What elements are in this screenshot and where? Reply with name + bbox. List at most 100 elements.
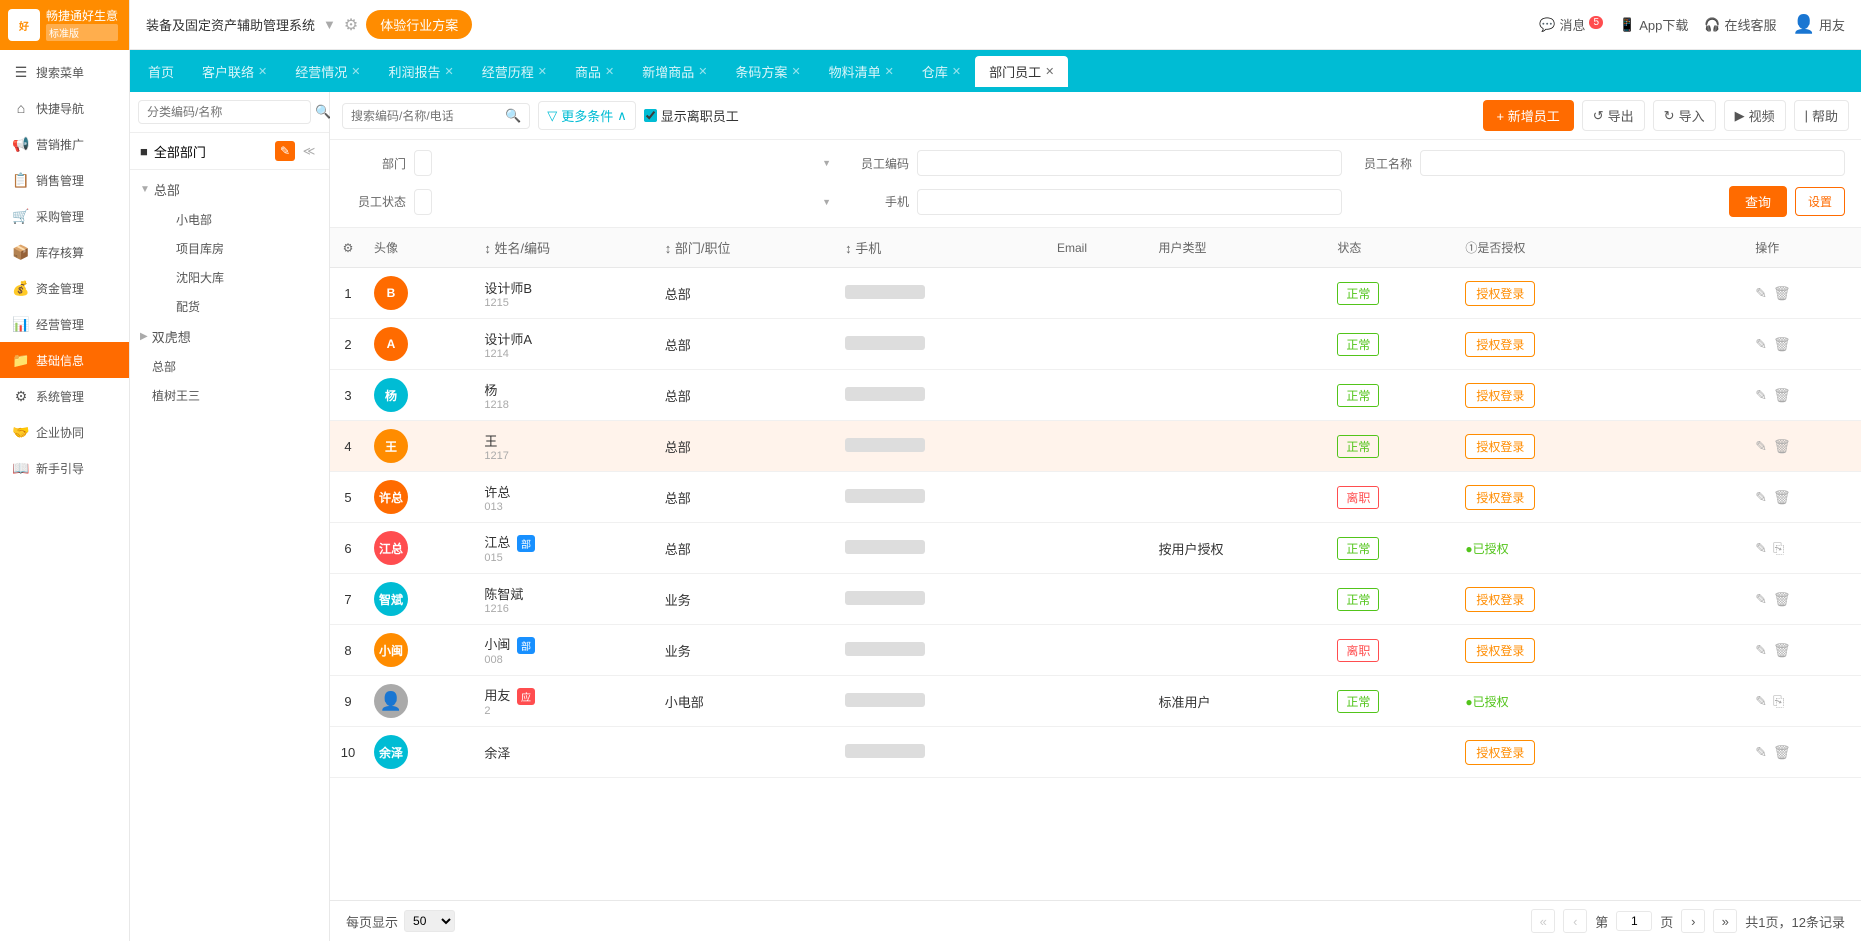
close-barcode-tab-icon[interactable]: ✕ — [791, 65, 800, 78]
sidebar-item-guide[interactable]: 📖 新手引导 — [0, 450, 129, 486]
tab-warehouse[interactable]: 仓库 ✕ — [908, 56, 975, 87]
tree-group-title-shuanghu[interactable]: ▶ 双虎想 — [130, 321, 329, 352]
auth-login-btn[interactable]: 授权登录 — [1465, 740, 1535, 765]
trial-btn[interactable]: 体验行业方案 — [366, 10, 472, 39]
import-btn[interactable]: ↻ 导入 — [1653, 100, 1716, 131]
search-filter-icon[interactable]: 🔍 — [505, 108, 521, 124]
next-page-btn[interactable]: › — [1681, 909, 1705, 933]
tab-operation-history[interactable]: 经营历程 ✕ — [468, 56, 561, 87]
close-dept-tab-icon[interactable]: ✕ — [1045, 65, 1054, 78]
auth-login-btn[interactable]: 授权登录 — [1465, 638, 1535, 663]
edit-icon[interactable]: ✎ — [1755, 540, 1767, 557]
emp-status-filter-select[interactable] — [414, 189, 432, 215]
tree-edit-icon[interactable]: ✎ — [275, 141, 295, 161]
app-download-icon-group[interactable]: 📱 App下载 — [1619, 15, 1688, 34]
add-employee-btn[interactable]: + 新增员工 — [1483, 100, 1574, 131]
view-btn[interactable]: ▶ 视频 — [1724, 100, 1786, 131]
close-material-tab-icon[interactable]: ✕ — [885, 65, 894, 78]
tree-item-shenyang[interactable]: 沈阳大库 — [142, 263, 329, 292]
tree-item-xiaodian[interactable]: 小电部 — [142, 205, 329, 234]
delete-icon[interactable]: 🗑 — [1773, 387, 1791, 404]
col-phone[interactable]: ↕ 手机 — [837, 228, 1049, 268]
dept-search-icon[interactable]: 🔍 — [315, 104, 331, 120]
sidebar-item-operation[interactable]: 📊 经营管理 — [0, 306, 129, 342]
edit-icon[interactable]: ✎ — [1755, 387, 1767, 404]
per-page-select[interactable]: 50 100 200 — [404, 910, 455, 932]
delete-icon[interactable]: 🗑 — [1773, 489, 1791, 506]
tree-item-delivery[interactable]: 配货 — [142, 292, 329, 321]
close-profit-tab-icon[interactable]: ✕ — [445, 65, 454, 78]
employee-search-input[interactable] — [351, 109, 501, 123]
auth-login-btn[interactable]: 授权登录 — [1465, 587, 1535, 612]
sidebar-item-search-menu[interactable]: ☰ 搜索菜单 — [0, 54, 129, 90]
sidebar-item-system[interactable]: ⚙ 系统管理 — [0, 378, 129, 414]
tab-profit-report[interactable]: 利润报告 ✕ — [374, 56, 467, 87]
auth-login-btn[interactable]: 授权登录 — [1465, 281, 1535, 306]
more-conditions-btn[interactable]: ▽ 更多条件 ∧ — [538, 101, 636, 130]
sidebar-item-inventory[interactable]: 📦 库存核算 — [0, 234, 129, 270]
user-avatar-group[interactable]: 👤 用友 — [1793, 14, 1845, 35]
dept-search-input[interactable] — [138, 100, 311, 124]
sidebar-item-quick-nav[interactable]: ⌂ 快捷导航 — [0, 90, 129, 126]
close-add-goods-tab-icon[interactable]: ✕ — [698, 65, 707, 78]
edit-icon[interactable]: ✎ — [1755, 489, 1767, 506]
set-btn[interactable]: 设置 — [1795, 187, 1845, 216]
sidebar-item-sales[interactable]: 📋 销售管理 — [0, 162, 129, 198]
delete-icon[interactable]: 🗑 — [1773, 642, 1791, 659]
close-customer-tab-icon[interactable]: ✕ — [258, 65, 267, 78]
tab-dept-employee[interactable]: 部门员工 ✕ — [975, 56, 1068, 87]
edit-icon[interactable]: ✎ — [1755, 591, 1767, 608]
tab-material[interactable]: 物料清单 ✕ — [815, 56, 908, 87]
copy-icon[interactable]: ⎘ — [1773, 540, 1784, 557]
sidebar-item-enterprise[interactable]: 🤝 企业协同 — [0, 414, 129, 450]
sidebar-item-basic-info[interactable]: 📁 基础信息 — [0, 342, 129, 378]
sidebar-item-marketing[interactable]: 📢 营销推广 — [0, 126, 129, 162]
tree-item-zhishu[interactable]: 植树王三 — [130, 381, 329, 410]
edit-icon[interactable]: ✎ — [1755, 438, 1767, 455]
help-btn[interactable]: | 帮助 — [1794, 100, 1849, 131]
auth-login-btn[interactable]: 授权登录 — [1465, 485, 1535, 510]
edit-icon[interactable]: ✎ — [1755, 285, 1767, 302]
phone-filter-input[interactable] — [917, 189, 1342, 215]
close-history-tab-icon[interactable]: ✕ — [538, 65, 547, 78]
prev-page-btn[interactable]: ‹ — [1563, 909, 1587, 933]
sidebar-item-purchase[interactable]: 🛒 采购管理 — [0, 198, 129, 234]
sidebar-item-finance[interactable]: 💰 资金管理 — [0, 270, 129, 306]
delete-icon[interactable]: 🗑 — [1773, 744, 1791, 761]
page-number-input[interactable] — [1616, 911, 1652, 931]
settings-icon[interactable]: ⚙ — [344, 15, 358, 35]
edit-icon[interactable]: ✎ — [1755, 744, 1767, 761]
online-service-icon-group[interactable]: 🎧 在线客服 — [1704, 15, 1776, 34]
first-page-btn[interactable]: « — [1531, 909, 1555, 933]
tree-collapse-icon[interactable]: ≪ — [299, 141, 319, 161]
last-page-btn[interactable]: » — [1713, 909, 1737, 933]
delete-icon[interactable]: 🗑 — [1773, 591, 1791, 608]
edit-icon[interactable]: ✎ — [1755, 336, 1767, 353]
dropdown-arrow-icon[interactable]: ▼ — [323, 17, 336, 32]
close-operation-tab-icon[interactable]: ✕ — [351, 65, 360, 78]
emp-name-filter-input[interactable] — [1420, 150, 1845, 176]
col-settings[interactable]: ⚙ — [330, 228, 366, 268]
tab-add-goods[interactable]: 新增商品 ✕ — [628, 56, 721, 87]
auth-login-btn[interactable]: 授权登录 — [1465, 332, 1535, 357]
delete-icon[interactable]: 🗑 — [1773, 438, 1791, 455]
dept-filter-select[interactable] — [414, 150, 432, 176]
tab-customer[interactable]: 客户联络 ✕ — [188, 56, 281, 87]
export-btn[interactable]: ↺ 导出 — [1582, 100, 1645, 131]
tree-item-zongbu[interactable]: 总部 — [130, 352, 329, 381]
resigned-checkbox-input[interactable] — [644, 109, 657, 122]
tree-item-project[interactable]: 项目库房 — [142, 234, 329, 263]
auth-login-btn[interactable]: 授权登录 — [1465, 383, 1535, 408]
copy-icon[interactable]: ⎘ — [1773, 693, 1784, 710]
tree-group-title-headquarters[interactable]: ▼ 总部 — [130, 174, 329, 205]
delete-icon[interactable]: 🗑 — [1773, 336, 1791, 353]
edit-icon[interactable]: ✎ — [1755, 642, 1767, 659]
col-dept-position[interactable]: ↕ 部门/职位 — [657, 228, 837, 268]
edit-icon[interactable]: ✎ — [1755, 693, 1767, 710]
tab-barcode[interactable]: 条码方案 ✕ — [721, 56, 814, 87]
close-goods-tab-icon[interactable]: ✕ — [605, 65, 614, 78]
message-icon-group[interactable]: 💬 消息 5 — [1539, 15, 1603, 34]
close-warehouse-tab-icon[interactable]: ✕ — [952, 65, 961, 78]
query-btn[interactable]: 查询 — [1729, 186, 1787, 217]
tab-home[interactable]: 首页 — [134, 56, 188, 87]
